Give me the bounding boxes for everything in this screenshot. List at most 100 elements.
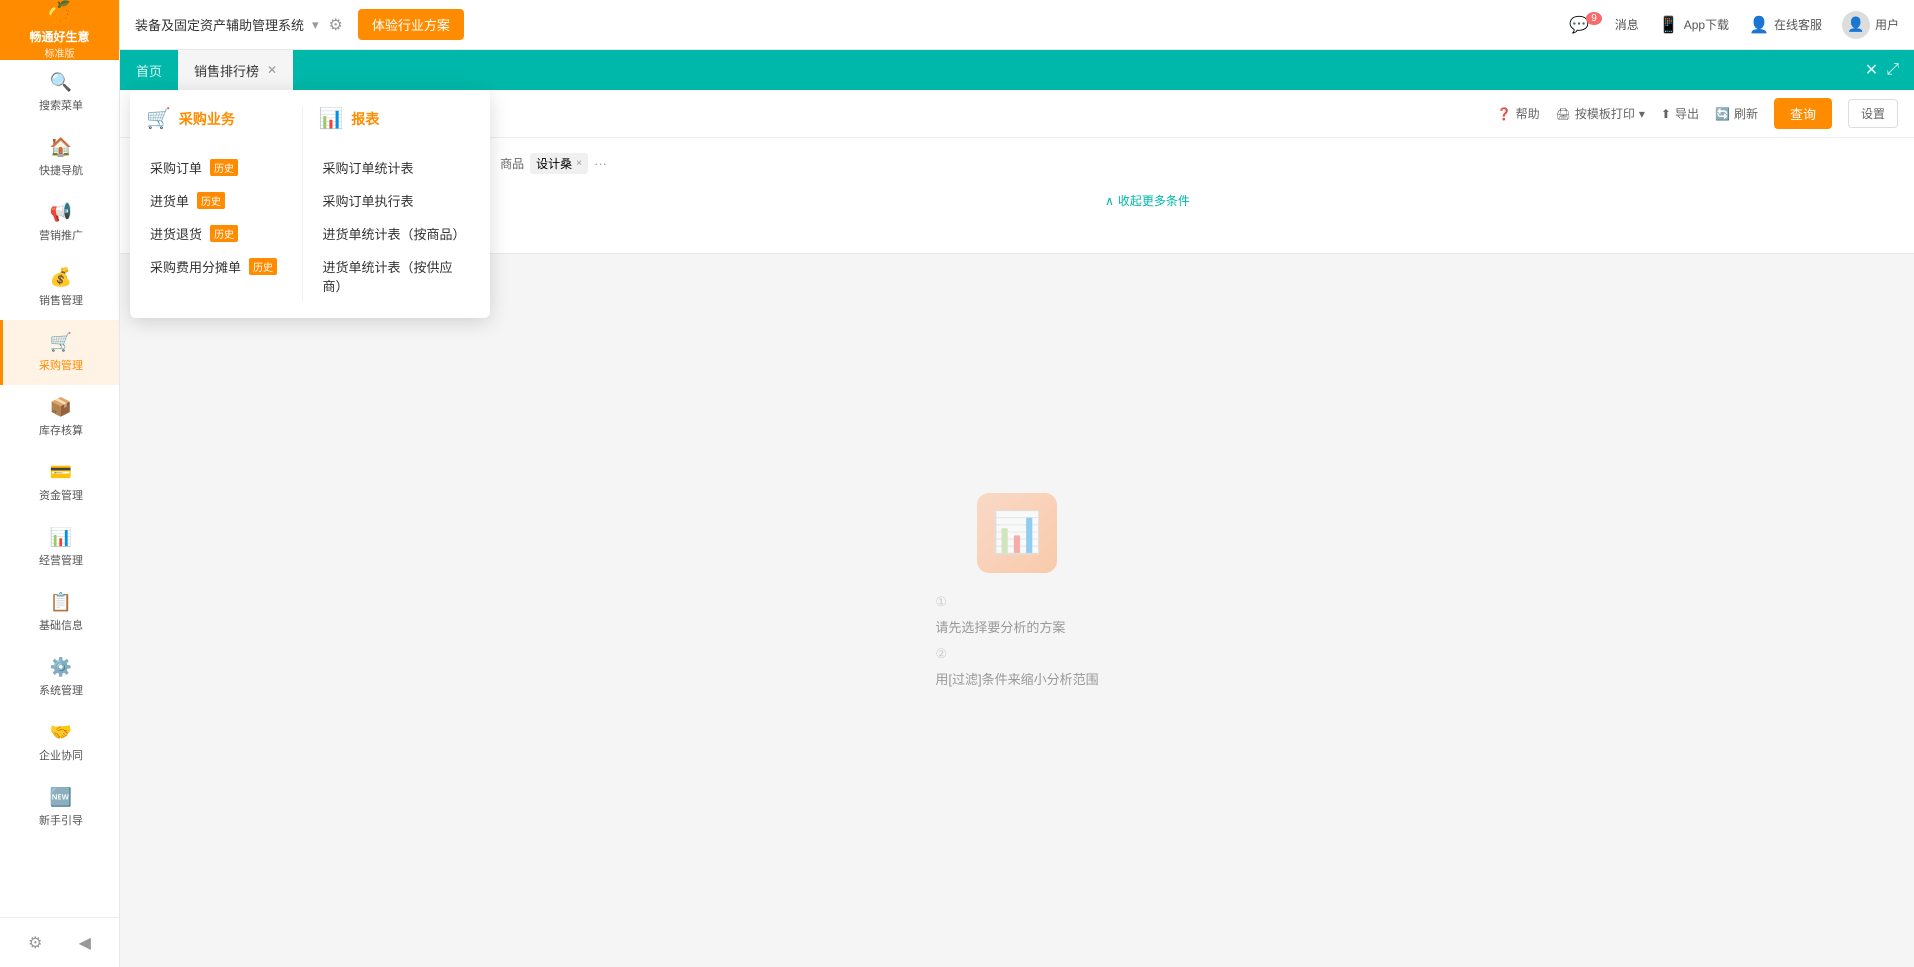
menu-item-goods-in-stats-by-supplier[interactable]: 进货单统计表（按供应商）: [319, 250, 475, 302]
purchase-col-icon: 🛒: [146, 106, 171, 131]
collab-icon: 🤝: [50, 722, 72, 743]
message-item[interactable]: 💬 9 消息: [1569, 15, 1639, 35]
logo-name: 畅通好生意: [29, 28, 89, 45]
tab-sales-rank[interactable]: 销售排行榜 ✕: [178, 50, 293, 90]
dropdown-columns: 🛒 采购业务 采购订单 历史 进货单 历史 进货退货 历史 采购费用分摊单 历史: [146, 106, 474, 302]
report-col: 📊 报表 采购订单统计表 采购订单执行表 进货单统计表（按商品） 进货单统计表（…: [302, 106, 475, 302]
purchase-icon: 🛒: [50, 332, 72, 353]
sidebar-item-search[interactable]: 🔍 搜索菜单: [0, 60, 119, 125]
export-btn[interactable]: ⬆ 导出: [1661, 105, 1699, 122]
gi-goods-label: 进货单统计表（按商品）: [323, 224, 466, 243]
sidebar-item-operation[interactable]: 📊 经营管理: [0, 515, 119, 580]
sidebar-item-marketing[interactable]: 📢 营销推广: [0, 190, 119, 255]
message-badge: 9: [1586, 12, 1602, 25]
refresh-icon: 🔄: [1715, 107, 1730, 121]
print-btn[interactable]: 🖨 按模板打印 ▾: [1556, 105, 1645, 122]
topbar: 装备及固定资产辅助管理系统 ▾ ⚙ 体验行业方案 💬 9 消息 📱 App下载 …: [120, 0, 1914, 50]
menu-item-purchase-order-exec[interactable]: 采购订单执行表: [319, 184, 475, 217]
menu-item-goods-in-stats-by-goods[interactable]: 进货单统计表（按商品）: [319, 217, 475, 250]
tab-home-label: 首页: [136, 61, 162, 80]
menu-item-goods-return[interactable]: 进货退货 历史: [146, 217, 302, 250]
finance-icon: 💳: [50, 462, 72, 483]
logo-icon: 🍊: [46, 0, 73, 26]
purchase-order-label: 采购订单: [150, 158, 202, 177]
tab-sales-rank-close[interactable]: ✕: [267, 63, 277, 77]
goods-more[interactable]: ···: [594, 156, 607, 171]
menu-item-purchase-expense[interactable]: 采购费用分摊单 历史: [146, 250, 302, 283]
print-label: 按模板打印: [1575, 105, 1635, 122]
tab-sales-rank-label: 销售排行榜: [194, 61, 259, 80]
sidebar-item-quicknav[interactable]: 🏠 快捷导航: [0, 125, 119, 190]
refresh-btn[interactable]: 🔄 刷新: [1715, 105, 1758, 122]
service-icon: 👤: [1749, 15, 1769, 35]
sidebar-label-purchase: 采购管理: [39, 357, 83, 373]
help-btn[interactable]: ❓ 帮助: [1497, 105, 1540, 122]
goods-return-label: 进货退货: [150, 224, 202, 243]
goods-in-history: 历史: [197, 192, 225, 209]
marketing-icon: 📢: [50, 202, 72, 223]
sidebar-item-system[interactable]: ⚙️ 系统管理: [0, 645, 119, 710]
goods-tag: 设计桑 ×: [530, 153, 588, 174]
export-label: 导出: [1675, 105, 1699, 122]
tab-home[interactable]: 首页: [120, 50, 178, 90]
purchase-order-history: 历史: [210, 159, 238, 176]
inventory-icon: 📦: [50, 397, 72, 418]
sidebar-item-basic[interactable]: 📋 基础信息: [0, 580, 119, 645]
sidebar-label-guide: 新手引导: [39, 812, 83, 828]
sidebar: 🍊 畅通好生意 标准版 🔍 搜索菜单 🏠 快捷导航 📢 营销推广 💰 销售管理 …: [0, 0, 120, 967]
sidebar-label-finance: 资金管理: [39, 487, 83, 503]
collapse-btn[interactable]: ∧ 收起更多条件: [1105, 192, 1190, 209]
sidebar-item-inventory[interactable]: 📦 库存核算: [0, 385, 119, 450]
gi-supplier-label: 进货单统计表（按供应商）: [323, 257, 471, 295]
step2-icon: ②: [935, 641, 1094, 667]
sidebar-label-basic: 基础信息: [39, 617, 83, 633]
menu-item-purchase-order[interactable]: 采购订单 历史: [146, 151, 302, 184]
goods-label: 商品: [500, 155, 524, 172]
goods-tag-close[interactable]: ×: [576, 158, 582, 169]
purchase-col-title: 🛒 采购业务: [146, 106, 302, 139]
home-icon: 🏠: [50, 137, 72, 158]
menu-item-goods-in[interactable]: 进货单 历史: [146, 184, 302, 217]
sidebar-label-quicknav: 快捷导航: [39, 162, 83, 178]
window-maximize-btn[interactable]: ⤢: [1886, 61, 1899, 79]
po-exec-label: 采购订单执行表: [323, 191, 414, 210]
app-download-item[interactable]: 📱 App下载: [1659, 15, 1729, 35]
purchase-expense-label: 采购费用分摊单: [150, 257, 241, 276]
sidebar-item-guide[interactable]: 🆕 新手引导: [0, 775, 119, 840]
sidebar-label-search: 搜索菜单: [39, 97, 83, 113]
tab-actions: ✕ ⤢: [1865, 60, 1914, 80]
empty-illustration: 📊: [977, 493, 1057, 573]
query-button[interactable]: 查询: [1774, 98, 1832, 129]
collapse-footer-btn[interactable]: ◀: [79, 933, 91, 953]
sidebar-item-sales[interactable]: 💰 销售管理: [0, 255, 119, 320]
message-label: 消息: [1615, 16, 1639, 33]
sidebar-nav: 🔍 搜索菜单 🏠 快捷导航 📢 营销推广 💰 销售管理 🛒 采购管理 📦 库存核…: [0, 60, 119, 917]
sidebar-item-collab[interactable]: 🤝 企业协同: [0, 710, 119, 775]
window-close-btn[interactable]: ✕: [1865, 60, 1878, 80]
po-stats-label: 采购订单统计表: [323, 158, 414, 177]
collapse-label: 收起更多条件: [1118, 192, 1190, 209]
topbar-right: 💬 9 消息 📱 App下载 👤 在线客服 👤 用户: [1569, 11, 1899, 39]
menu-item-purchase-order-stats[interactable]: 采购订单统计表: [319, 151, 475, 184]
sidebar-label-collab: 企业协同: [39, 747, 83, 763]
setting-button[interactable]: 设置: [1848, 99, 1898, 128]
system-title: 装备及固定资产辅助管理系统: [135, 15, 304, 34]
online-service-item[interactable]: 👤 在线客服: [1749, 15, 1822, 35]
sidebar-item-finance[interactable]: 💳 资金管理: [0, 450, 119, 515]
empty-tip-1: ① 请先选择要分析的方案: [935, 589, 1098, 641]
tabbar: 首页 销售排行榜 ✕ ✕ ⤢: [120, 50, 1914, 90]
topbar-dropdown-arrow[interactable]: ▾: [312, 17, 319, 33]
sidebar-footer: ⚙ ◀: [0, 917, 119, 967]
settings-footer-btn[interactable]: ⚙: [28, 933, 42, 953]
industry-btn[interactable]: 体验行业方案: [358, 9, 464, 40]
report-col-title: 📊 报表: [319, 106, 475, 139]
logo-sub: 标准版: [45, 45, 75, 60]
purchase-expense-history: 历史: [249, 258, 277, 275]
empty-state: 📊 ① 请先选择要分析的方案 ② 用[过滤]条件来缩小分析范围: [120, 254, 1914, 931]
user-item[interactable]: 👤 用户: [1842, 11, 1899, 39]
topbar-gear-icon[interactable]: ⚙: [329, 15, 343, 35]
goods-filter: 商品 设计桑 × ···: [500, 153, 607, 174]
empty-icon: 📊: [977, 493, 1057, 573]
sidebar-label-inventory: 库存核算: [39, 422, 83, 438]
sidebar-item-purchase[interactable]: 🛒 采购管理: [0, 320, 119, 385]
